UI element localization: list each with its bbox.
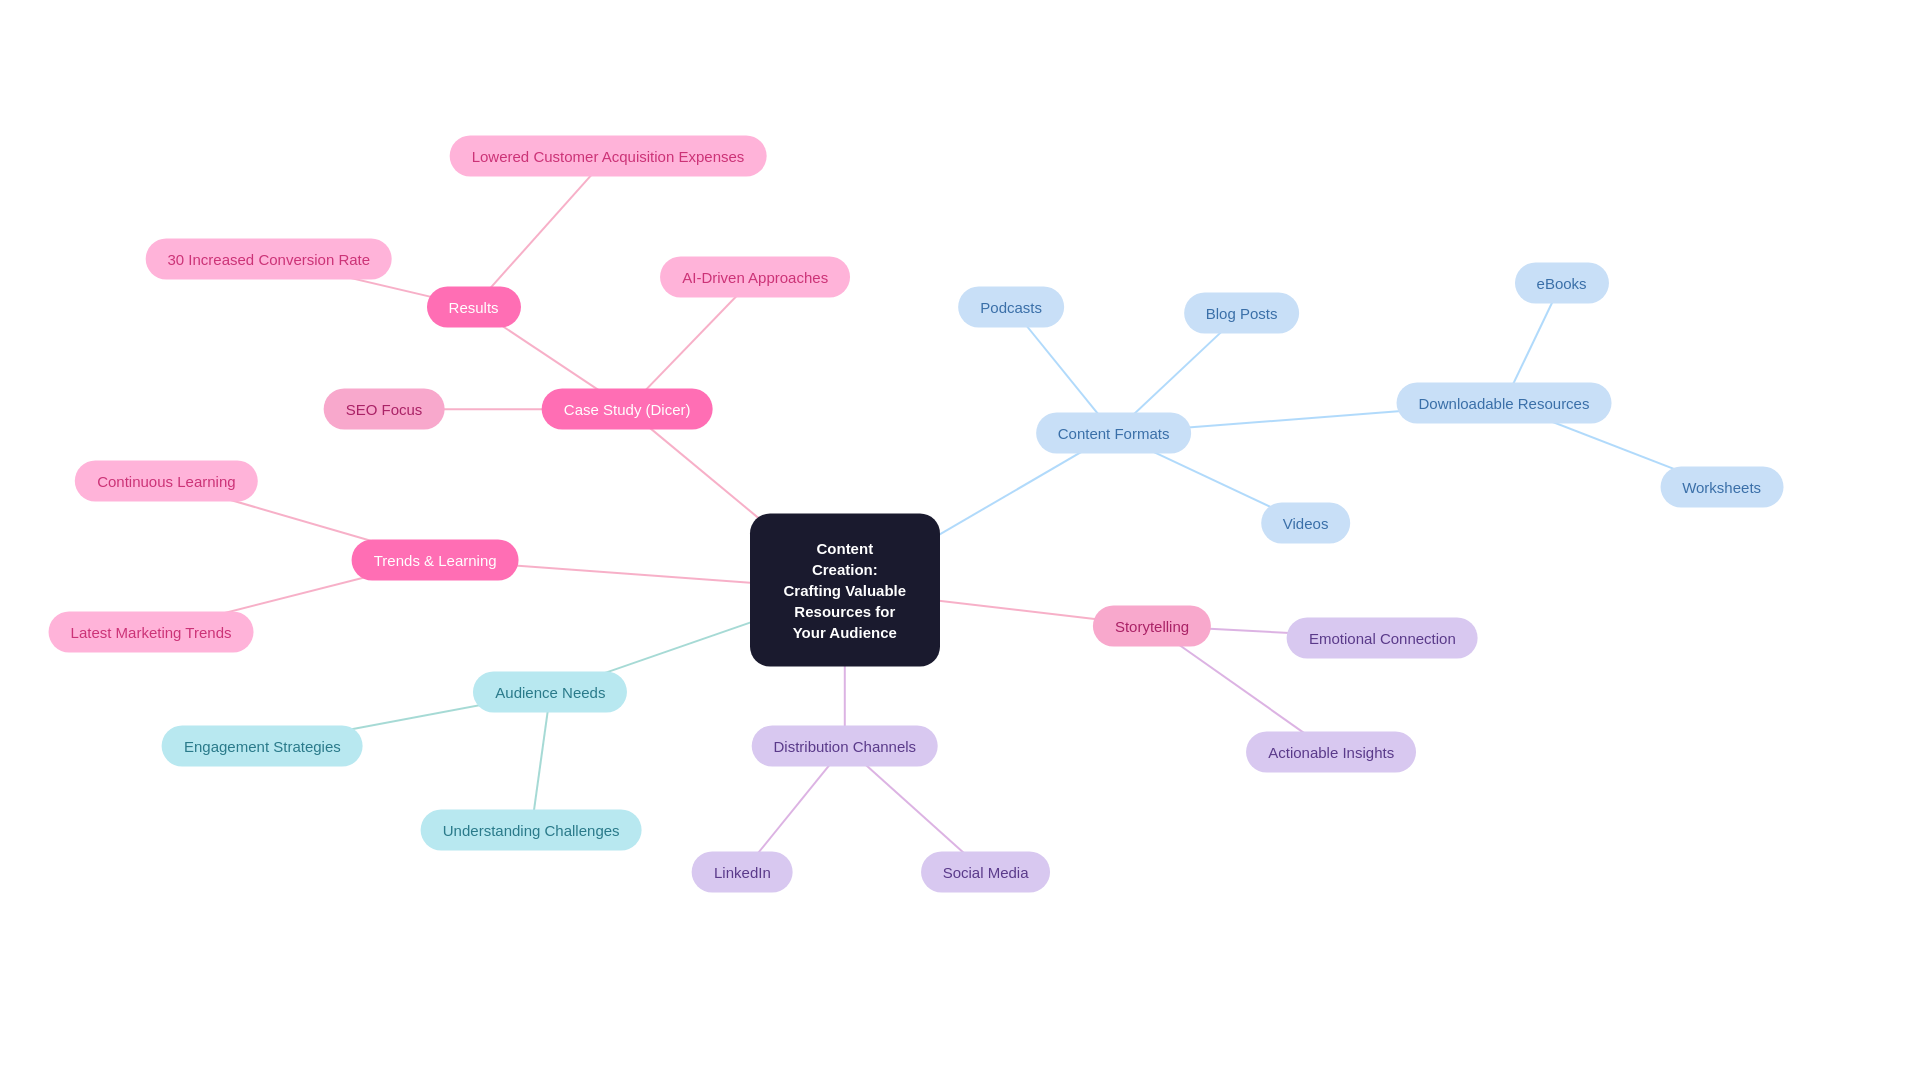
node-audience-needs[interactable]: Audience Needs bbox=[473, 671, 627, 712]
node-storytelling[interactable]: Storytelling bbox=[1093, 605, 1211, 646]
node-worksheets[interactable]: Worksheets bbox=[1660, 467, 1783, 508]
node-ai-driven[interactable]: AI-Driven Approaches bbox=[660, 256, 850, 297]
node-downloadable-resources[interactable]: Downloadable Resources bbox=[1397, 383, 1612, 424]
node-continuous-learning[interactable]: Continuous Learning bbox=[75, 461, 257, 502]
connection-lines bbox=[0, 0, 1920, 1083]
node-linkedin[interactable]: LinkedIn bbox=[692, 852, 793, 893]
node-latest-marketing[interactable]: Latest Marketing Trends bbox=[49, 611, 254, 652]
node-seo-focus[interactable]: SEO Focus bbox=[324, 389, 445, 430]
node-emotional-connection[interactable]: Emotional Connection bbox=[1287, 617, 1478, 658]
node-lowered-cac[interactable]: Lowered Customer Acquisition Expenses bbox=[450, 136, 767, 177]
node-content-formats[interactable]: Content Formats bbox=[1036, 413, 1192, 454]
node-trends-learning[interactable]: Trends & Learning bbox=[352, 539, 519, 580]
node-case-study[interactable]: Case Study (Dicer) bbox=[542, 389, 713, 430]
node-actionable-insights[interactable]: Actionable Insights bbox=[1246, 732, 1416, 773]
node-engagement-strategies[interactable]: Engagement Strategies bbox=[162, 726, 363, 767]
node-ebooks[interactable]: eBooks bbox=[1515, 262, 1609, 303]
mind-map-container: Content Creation: Crafting Valuable Reso… bbox=[0, 0, 1920, 1083]
node-results[interactable]: Results bbox=[427, 286, 521, 327]
node-understanding-challenges[interactable]: Understanding Challenges bbox=[421, 810, 642, 851]
svg-line-4 bbox=[474, 156, 608, 306]
node-podcasts[interactable]: Podcasts bbox=[958, 286, 1064, 327]
node-distribution-channels[interactable]: Distribution Channels bbox=[752, 726, 939, 767]
node-increased-conv[interactable]: 30 Increased Conversion Rate bbox=[145, 238, 392, 279]
node-blog-posts[interactable]: Blog Posts bbox=[1184, 292, 1300, 333]
node-center[interactable]: Content Creation: Crafting Valuable Reso… bbox=[750, 513, 940, 666]
node-social-media[interactable]: Social Media bbox=[921, 852, 1051, 893]
node-videos[interactable]: Videos bbox=[1261, 503, 1351, 544]
